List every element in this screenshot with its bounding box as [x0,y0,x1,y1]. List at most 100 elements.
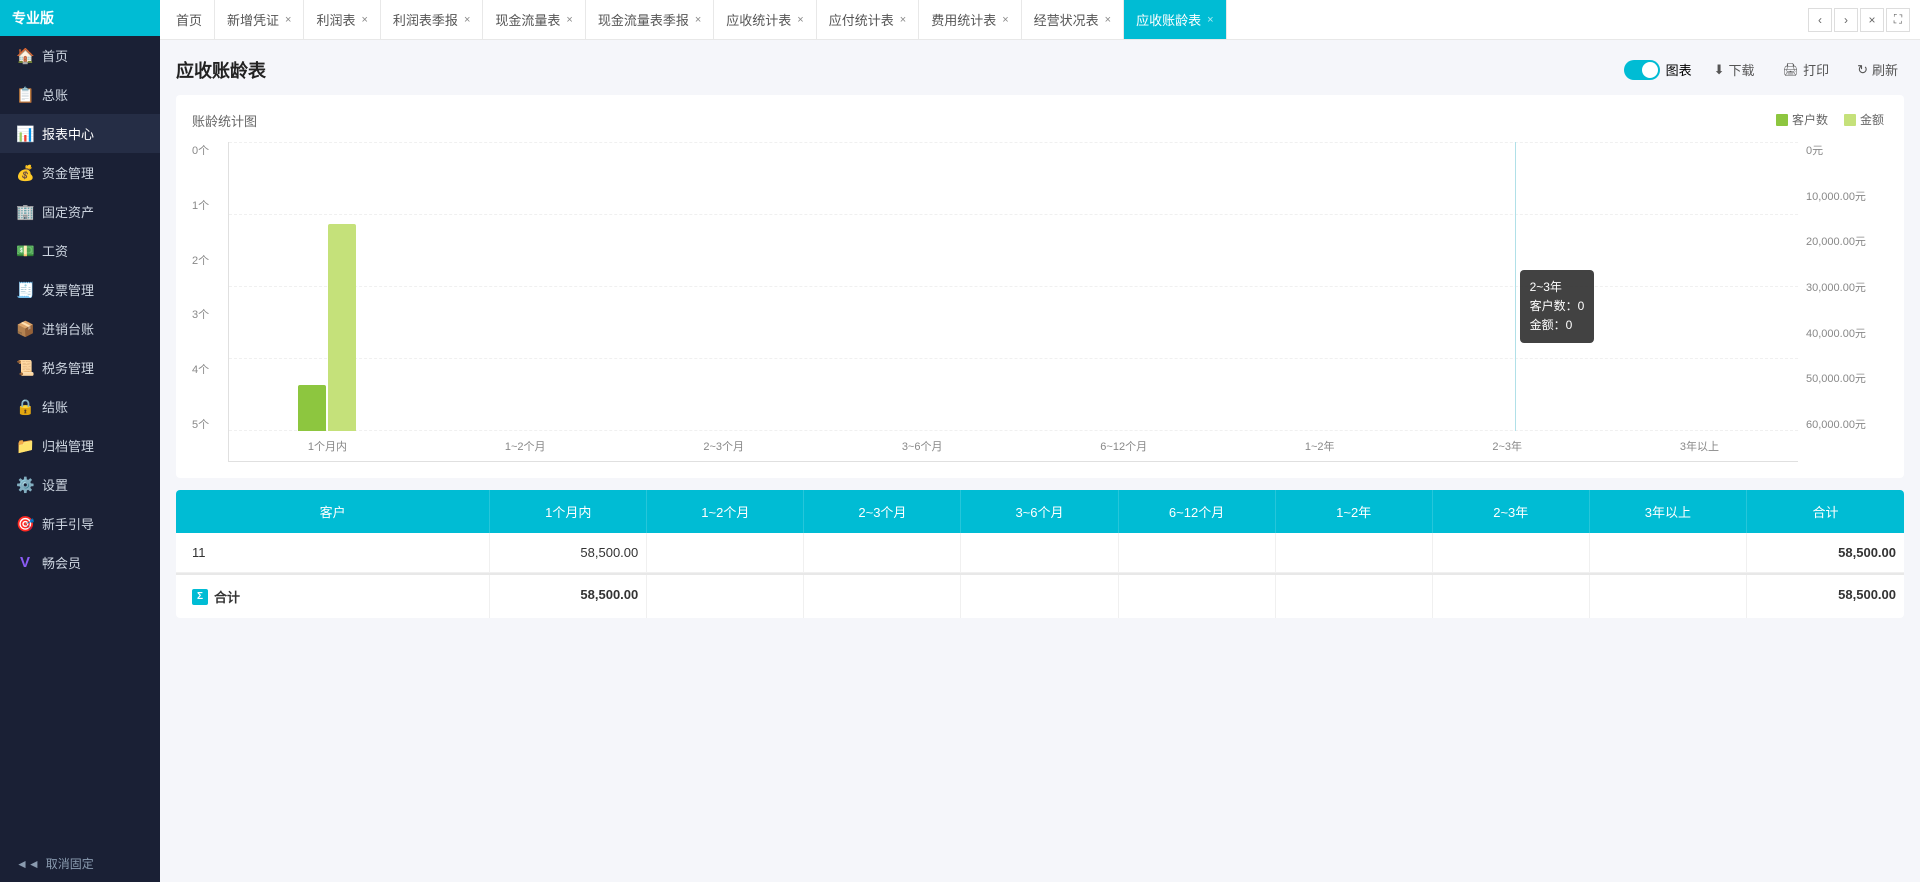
th-3to6: 3~6个月 [961,490,1118,533]
sidebar-item-inventory-label: 进销台账 [42,319,94,338]
chart-container: 账龄统计图 客户数 金额 5个 4个 3个 2个 1个 [176,95,1904,478]
sidebar-item-settings[interactable]: ⚙️ 设置 [0,465,160,504]
sidebar-item-salary-label: 工资 [42,241,68,260]
sidebar-item-tax[interactable]: 📜 税务管理 [0,348,160,387]
th-1month: 1个月内 [490,490,647,533]
tab-cashflow-quarter-close[interactable]: × [695,14,701,26]
tab-cashflow-close[interactable]: × [566,14,572,26]
legend-amount-label: 金额 [1860,111,1884,128]
tab-profit[interactable]: 利润表 × [304,0,380,39]
tab-profit-quarter-close[interactable]: × [464,14,470,26]
sidebar-item-home[interactable]: 🏠 首页 [0,36,160,75]
sidebar-item-reports-label: 报表中心 [42,124,94,143]
tab-next-button[interactable]: › [1834,8,1858,32]
chart-area: 5个 4个 3个 2个 1个 0个 [192,142,1888,462]
main-area: 首页 新增凭证 × 利润表 × 利润表季报 × 现金流量表 × 现金流量表季报 … [160,0,1920,882]
tab-business-stat-close[interactable]: × [1105,14,1111,26]
print-button[interactable]: 🖨 打印 [1777,56,1836,83]
sidebar-item-finance-label: 资金管理 [42,163,94,182]
footer-2to3y [1433,575,1590,618]
tab-home-label: 首页 [176,10,202,29]
page-actions: 图表 ⬇ 下载 🖨 打印 ↻ 刷新 [1624,56,1904,83]
tab-profit-close[interactable]: × [361,14,367,26]
sidebar-bottom-label: 取消固定 [46,855,94,872]
sidebar-item-vip[interactable]: V 畅会员 [0,543,160,582]
footer-label-text: 合计 [214,587,240,606]
assets-icon: 🏢 [16,203,34,221]
footer-3to6 [961,575,1118,618]
sidebar-item-reports[interactable]: 📊 报表中心 [0,114,160,153]
tooltip-customers: 客户数：0 [1530,297,1585,316]
sidebar-item-guide[interactable]: 🎯 新手引导 [0,504,160,543]
tab-aging[interactable]: 应收账龄表 × [1124,0,1226,39]
th-total: 合计 [1747,490,1904,533]
tab-prev-button[interactable]: ‹ [1808,8,1832,32]
refresh-button[interactable]: ↻ 刷新 [1851,56,1904,83]
th-1to2: 1~2个月 [647,490,804,533]
sidebar-item-ledger[interactable]: 📋 总账 [0,75,160,114]
download-button[interactable]: ⬇ 下载 [1708,56,1761,83]
tab-business-stat[interactable]: 经营状况表 × [1022,0,1124,39]
x-label-1month: 1个月内 [308,438,347,454]
legend-customers-label: 客户数 [1792,111,1828,128]
sidebar-pin-toggle[interactable]: ◄◄ 取消固定 [0,845,160,882]
sidebar-item-ledger-label: 总账 [42,85,68,104]
sidebar-item-assets[interactable]: 🏢 固定资产 [0,192,160,231]
chart-toggle[interactable]: 图表 [1624,60,1692,80]
chart-tooltip: 2~3年 客户数：0 金额：0 [1520,270,1595,344]
tab-close-all-button[interactable]: × [1860,8,1884,32]
th-6to12: 6~12个月 [1119,490,1276,533]
settings-icon: ⚙️ [16,476,34,494]
guide-icon: 🎯 [16,515,34,533]
tab-cashflow[interactable]: 现金流量表 × [483,0,585,39]
tab-voucher[interactable]: 新增凭证 × [215,0,304,39]
sidebar-item-tax-label: 税务管理 [42,358,94,377]
sidebar-item-salary[interactable]: 💵 工资 [0,231,160,270]
tab-payable-stat-close[interactable]: × [900,14,906,26]
tab-home[interactable]: 首页 [164,0,215,39]
page-title: 应收账龄表 [176,57,266,83]
tab-voucher-close[interactable]: × [285,14,291,26]
sidebar: 专业版 🏠 首页 📋 总账 📊 报表中心 💰 资金管理 🏢 固定资产 💵 工资 … [0,0,160,882]
toggle-thumb [1642,62,1658,78]
closing-icon: 🔒 [16,398,34,416]
tab-profit-quarter[interactable]: 利润表季报 × [381,0,483,39]
th-over3y: 3年以上 [1590,490,1747,533]
sidebar-item-archive[interactable]: 📁 归档管理 [0,426,160,465]
sidebar-item-assets-label: 固定资产 [42,202,94,221]
tab-bar: 首页 新增凭证 × 利润表 × 利润表季报 × 现金流量表 × 现金流量表季报 … [160,0,1920,40]
tab-aging-close[interactable]: × [1207,14,1213,26]
page-header: 应收账龄表 图表 ⬇ 下载 🖨 打印 ↻ 刷新 [176,56,1904,83]
sidebar-item-invoice[interactable]: 🧾 发票管理 [0,270,160,309]
td-3to6 [961,533,1118,572]
download-icon: ⬇ [1714,62,1725,78]
tab-receivable-stat-close[interactable]: × [797,14,803,26]
sidebar-item-settings-label: 设置 [42,475,68,494]
y-axis-left: 5个 4个 3个 2个 1个 0个 [192,142,228,462]
tooltip-label: 2~3年 [1530,278,1585,297]
th-2to3: 2~3个月 [804,490,961,533]
tab-expense-stat-close[interactable]: × [1002,14,1008,26]
tab-cashflow-quarter-label: 现金流量表季报 [598,10,689,29]
tab-voucher-label: 新增凭证 [227,10,279,29]
tab-cashflow-quarter[interactable]: 现金流量表季报 × [586,0,714,39]
sidebar-item-closing[interactable]: 🔒 结账 [0,387,160,426]
tab-payable-stat[interactable]: 应付统计表 × [817,0,919,39]
footer-2to3 [804,575,961,618]
vip-icon: V [16,554,34,571]
bar-amount-1month [328,224,356,431]
sidebar-item-finance[interactable]: 💰 资金管理 [0,153,160,192]
toggle-track[interactable] [1624,60,1660,80]
table-footer: Σ 合计 58,500.00 58,500.00 [176,573,1904,618]
tab-receivable-stat[interactable]: 应收统计表 × [714,0,816,39]
th-customer: 客户 [176,490,490,533]
sidebar-item-guide-label: 新手引导 [42,514,94,533]
table-row: 11 58,500.00 58,500.00 [176,533,1904,573]
footer-total: 58,500.00 [1747,575,1904,618]
x-label-1to2y: 1~2年 [1305,438,1335,454]
print-label: 打印 [1803,60,1829,79]
x-label-2to3: 2~3个月 [703,438,744,454]
tab-expand-button[interactable]: ⛶ [1886,8,1910,32]
tab-expense-stat[interactable]: 费用统计表 × [919,0,1021,39]
sidebar-item-inventory[interactable]: 📦 进销台账 [0,309,160,348]
